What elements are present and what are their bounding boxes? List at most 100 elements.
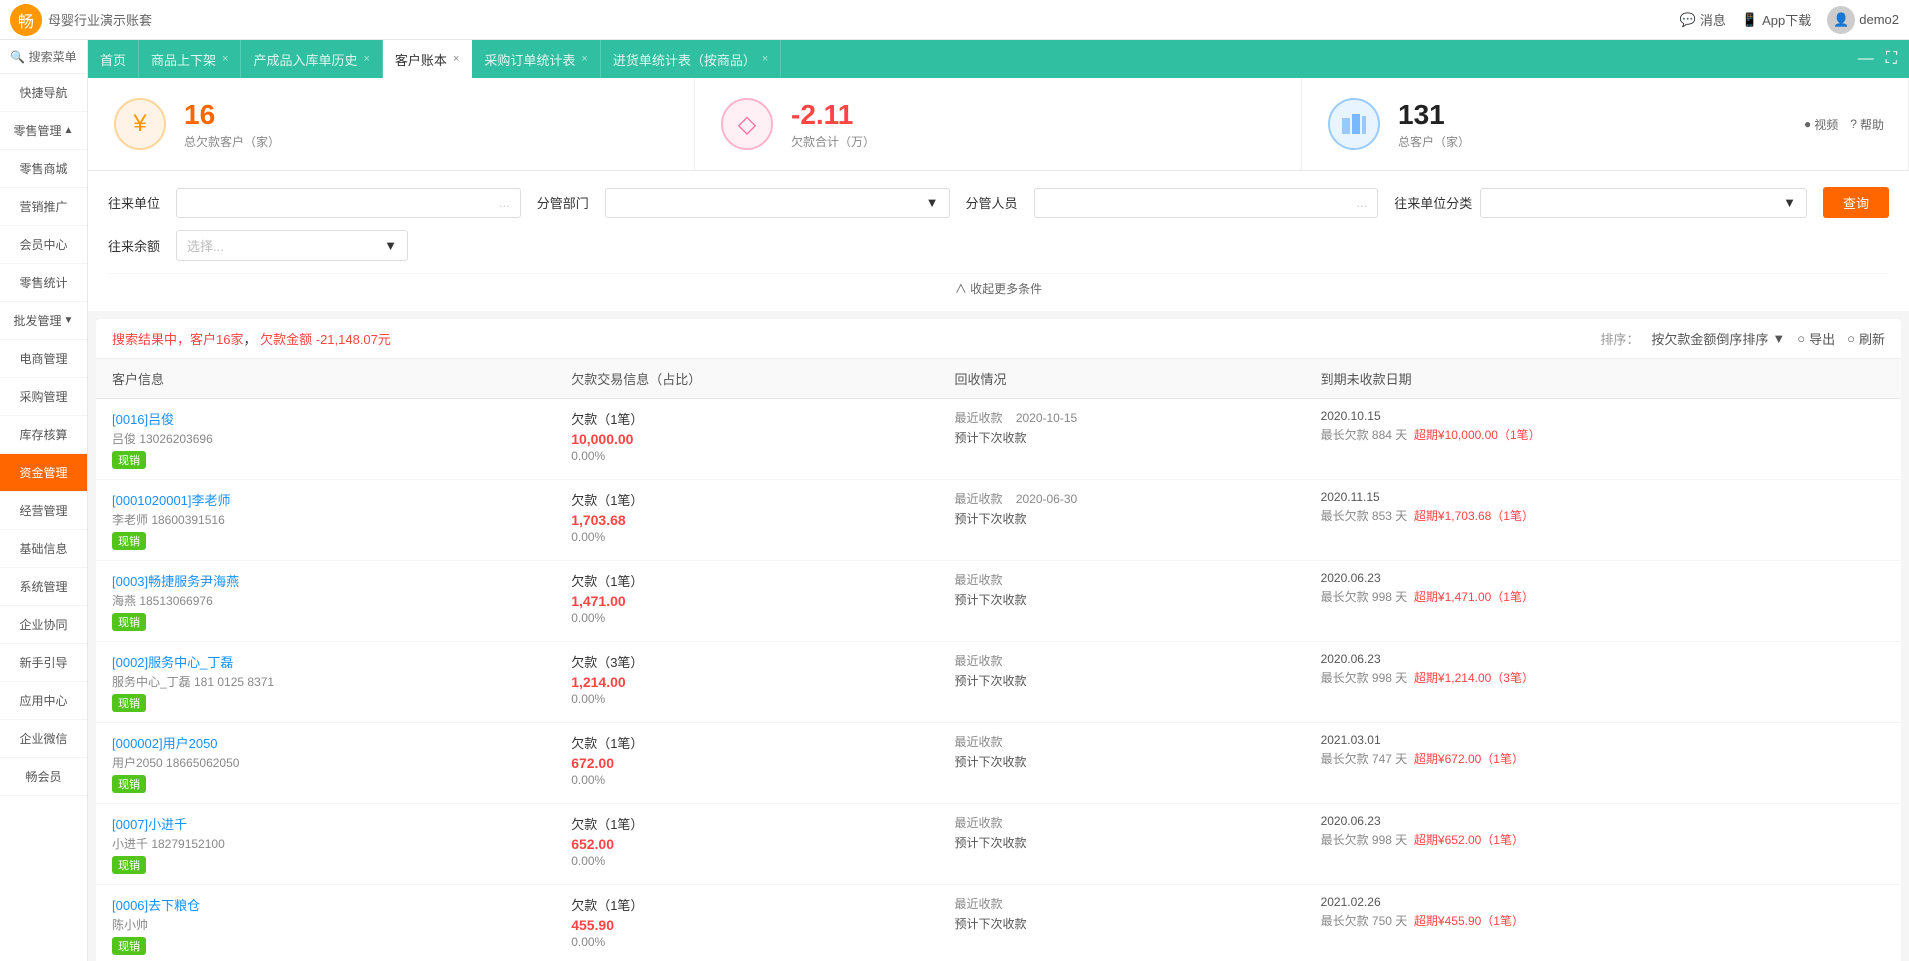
message-btn[interactable]: 💬 消息 [1680,10,1726,29]
app-download-btn[interactable]: 📱 App下载 [1742,10,1811,29]
export-btn[interactable]: ○ 导出 [1797,329,1835,348]
tab-purchase-by-product[interactable]: 进货单统计表（按商品） × [601,40,781,78]
sidebar-search[interactable]: 🔍 搜索菜单 [0,40,87,74]
sidebar-item-ecommerce[interactable]: 电商管理 [0,340,87,378]
sidebar-item-member[interactable]: 会员中心 [0,226,87,264]
filter-dept-select[interactable]: ▼ [605,188,950,218]
overdue-date-1: 2020.11.15 [1321,490,1885,504]
filter-person-input[interactable]: ... [1034,188,1379,218]
tab-purchase-by-product-close[interactable]: × [762,53,768,65]
customer-name-link-6[interactable]: [0006]去下粮仓 [112,895,539,914]
debt-amount-6[interactable]: 455.90 [571,917,922,933]
sidebar-item-finance[interactable]: 资金管理 [0,454,87,492]
customer-name-link-0[interactable]: [0016]吕俊 [112,409,539,428]
sidebar-item-operations[interactable]: 经营管理 [0,492,87,530]
debt-count-0: 欠款（1笔） [571,409,922,428]
customer-name-link-3[interactable]: [0002]服务中心_丁磊 [112,652,539,671]
logo-area: 畅 母婴行业演示账套 [10,4,152,36]
customer-name-link-4[interactable]: [000002]用户2050 [112,733,539,752]
debt-amount-0[interactable]: 10,000.00 [571,431,922,447]
collapse-btn[interactable]: ∧ 收起更多条件 [108,273,1889,303]
debt-amount-4[interactable]: 672.00 [571,755,922,771]
filter-unit-category-select[interactable]: ▼ [1480,188,1807,218]
video-btn[interactable]: ● 视频 [1804,116,1838,133]
stat-info-total: 131 总客户（家） [1398,99,1788,150]
debt-amount-5[interactable]: 652.00 [571,836,922,852]
table-row: [0006]去下粮仓 陈小帅 现销 欠款（1笔） 455.90 0.00% 最近… [96,885,1901,961]
sidebar-item-marketing[interactable]: 营销推广 [0,188,87,226]
sidebar-item-retail-stats[interactable]: 零售统计 [0,264,87,302]
cell-debt-4: 欠款（1笔） 672.00 0.00% [555,723,938,804]
sidebar-item-enterprise[interactable]: 企业协同 [0,606,87,644]
tab-home[interactable]: 首页 [88,40,139,78]
customer-phone-5: 小进千 18279152100 [112,835,539,852]
sidebar-item-guide[interactable]: 新手引导 [0,644,87,682]
table-actions: 排序： 按欠款金额倒序排序 ▼ ○ 导出 ○ 刷新 [1600,329,1885,348]
tab-customer-account[interactable]: 客户账本 × [383,40,472,78]
table-row: [0003]畅捷服务尹海燕 海燕 18513066976 现销 欠款（1笔） 1… [96,561,1901,642]
filter-from-unit-input[interactable]: ... [176,188,521,218]
overdue-link-6[interactable]: 超期¥455.90（1笔） [1414,914,1524,928]
overdue-link-3[interactable]: 超期¥1,214.00（3笔） [1414,671,1534,685]
sidebar-item-wechat[interactable]: 企业微信 [0,720,87,758]
overdue-days-1: 最长欠款 853 天 超期¥1,703.68（1笔） [1321,507,1885,524]
sidebar-item-batch-management[interactable]: 批发管理 ▼ [0,302,87,340]
tab-products-off-label: 商品上下架 [151,50,216,69]
overdue-link-1[interactable]: 超期¥1,703.68（1笔） [1414,509,1534,523]
sidebar-item-purchase[interactable]: 采购管理 [0,378,87,416]
refresh-btn[interactable]: ○ 刷新 [1847,329,1885,348]
customer-phone-3: 服务中心_丁磊 181 0125 8371 [112,673,539,690]
collapse-label: 收起更多条件 [970,282,1042,296]
tab-products-off[interactable]: 商品上下架 × [139,40,241,78]
tab-product-history-close[interactable]: × [363,53,369,65]
debt-amount-1[interactable]: 1,703.68 [571,512,922,528]
filter-row-2: 往来余额 选择... ▼ [108,230,1889,261]
tab-maximize-icon[interactable]: ⛶ [1882,48,1901,70]
sidebar-item-retail-management[interactable]: 零售管理 ▲ [0,112,87,150]
overdue-link-2[interactable]: 超期¥1,471.00（1笔） [1414,590,1534,604]
tab-product-history-label: 产成品入库单历史 [253,50,357,69]
filter-balance-select[interactable]: 选择... ▼ [176,230,408,261]
message-label: 消息 [1700,10,1726,29]
cell-overdue-6: 2021.02.26 最长欠款 750 天 超期¥455.90（1笔） [1305,885,1901,961]
sidebar-item-inventory[interactable]: 库存核算 [0,416,87,454]
avatar: 👤 [1827,6,1855,34]
table-info: 搜索结果中，客户16家， 欠款金额 -21,148.07元 [112,329,391,348]
export-label: 导出 [1809,329,1835,348]
payback-recent-5: 最近收款 [954,814,1288,831]
sidebar-item-system[interactable]: 系统管理 [0,568,87,606]
stat-card-overdue-customers: ¥ 16 总欠款客户（家） [88,78,695,170]
tab-customer-account-close[interactable]: × [453,53,459,65]
customer-tag-4: 现销 [112,775,146,793]
sidebar-item-retail-mall[interactable]: 零售商城 [0,150,87,188]
tab-product-history[interactable]: 产成品入库单历史 × [241,40,382,78]
overdue-link-5[interactable]: 超期¥652.00（1笔） [1414,833,1524,847]
tab-purchase-summary[interactable]: 采购订单统计表 × [472,40,600,78]
tab-products-off-close[interactable]: × [222,53,228,65]
cell-debt-6: 欠款（1笔） 455.90 0.00% [555,885,938,961]
user-avatar-btn[interactable]: 👤 demo2 [1827,6,1899,34]
customer-phone-6: 陈小帅 [112,916,539,933]
sidebar-item-basic-info[interactable]: 基础信息 [0,530,87,568]
cell-debt-0: 欠款（1笔） 10,000.00 0.00% [555,399,938,480]
stat-card-total-customers: 131 总客户（家） ● 视频 ? 帮助 [1302,78,1909,170]
debt-amount-3[interactable]: 1,214.00 [571,674,922,690]
tab-purchase-summary-close[interactable]: × [581,53,587,65]
filter-row-1: 往来单位 ... 分管部门 ▼ [108,187,1889,218]
overdue-customers-icon: ¥ [114,98,166,150]
sort-select[interactable]: 按欠款金额倒序排序 ▼ [1651,329,1785,348]
sidebar-item-vip[interactable]: 畅会员 [0,758,87,796]
customer-name-link-5[interactable]: [0007]小进千 [112,814,539,833]
overdue-link-0[interactable]: 超期¥10,000.00（1笔） [1414,428,1541,442]
debt-percent-1: 0.00% [571,530,922,544]
help-btn[interactable]: ? 帮助 [1850,116,1884,133]
sidebar-item-apps[interactable]: 应用中心 [0,682,87,720]
customer-name-link-1[interactable]: [0001020001]李老师 [112,490,539,509]
overdue-link-4[interactable]: 超期¥672.00（1笔） [1414,752,1524,766]
debt-percent-3: 0.00% [571,692,922,706]
overdue-days-5: 最长欠款 998 天 超期¥652.00（1笔） [1321,831,1885,848]
debt-amount-2[interactable]: 1,471.00 [571,593,922,609]
tab-minimize-icon[interactable]: — [1854,48,1878,70]
customer-name-link-2[interactable]: [0003]畅捷服务尹海燕 [112,571,539,590]
search-button[interactable]: 查询 [1823,187,1889,218]
